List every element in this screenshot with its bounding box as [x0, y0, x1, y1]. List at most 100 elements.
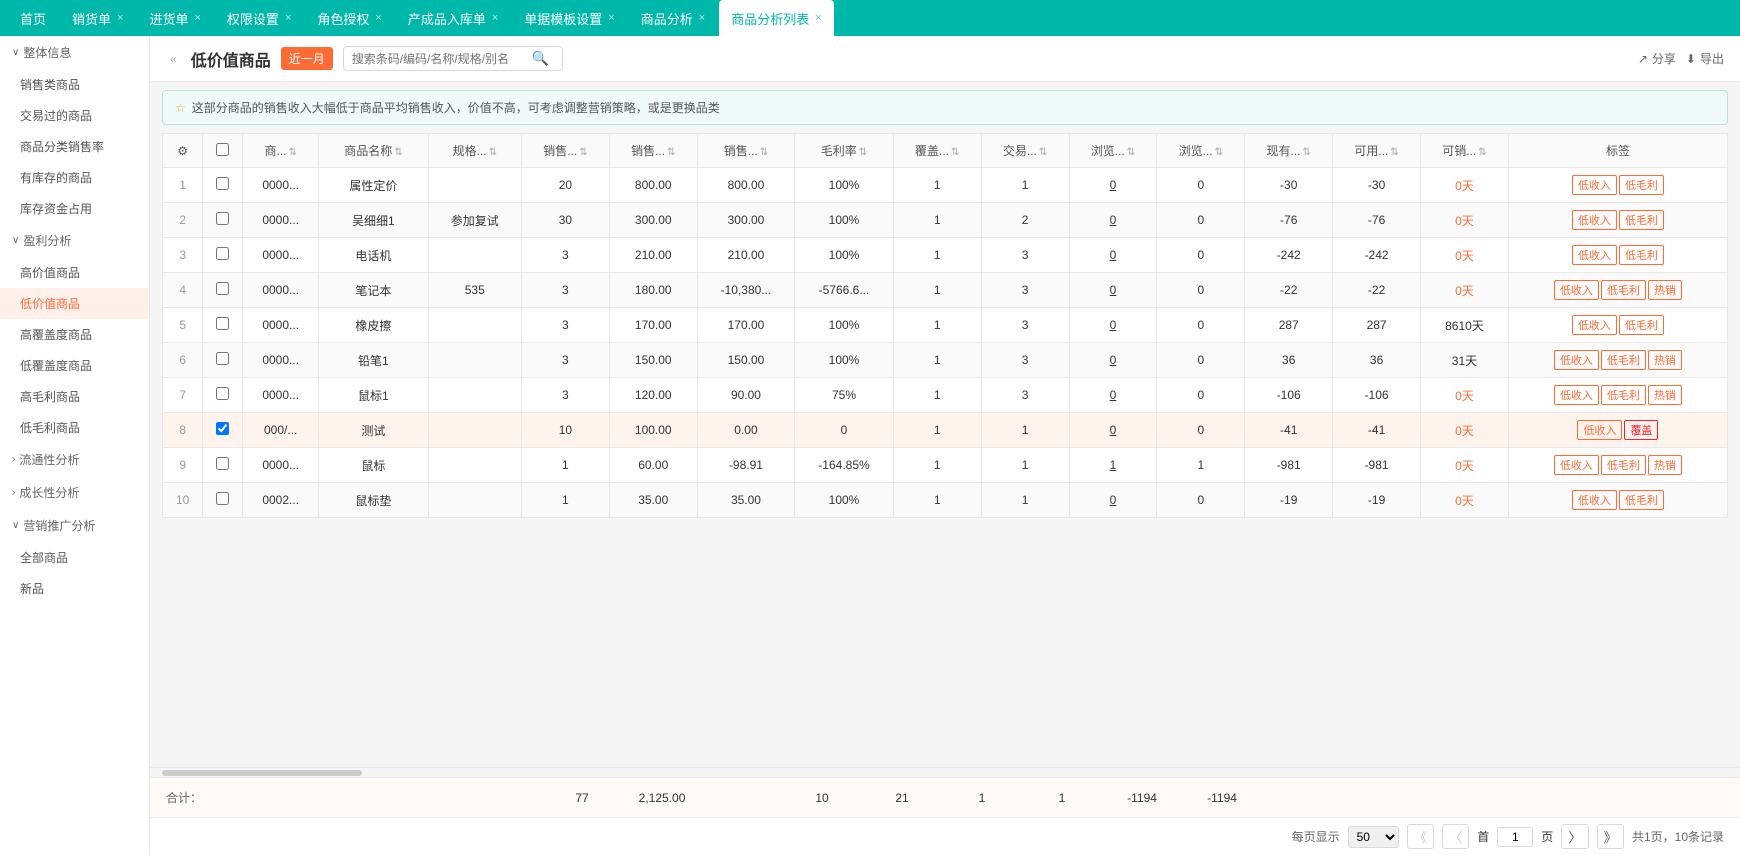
cell-browse1[interactable]: 0: [1069, 273, 1157, 308]
cell-browse1[interactable]: 0: [1069, 343, 1157, 378]
col-name[interactable]: 商品名称⇅: [319, 134, 428, 168]
sidebar-item-high-coverage[interactable]: 高覆盖度商品: [0, 319, 149, 350]
col-available[interactable]: 可用...⇅: [1333, 134, 1421, 168]
nav-sales-order[interactable]: 销货单 ×: [60, 0, 135, 36]
cell-checkbox[interactable]: [203, 238, 243, 273]
col-browse2[interactable]: 浏览...⇅: [1157, 134, 1245, 168]
nav-product-analysis-list[interactable]: 商品分析列表 ×: [719, 0, 833, 36]
cell-checkbox[interactable]: [203, 483, 243, 518]
col-code[interactable]: 商...⇅: [243, 134, 319, 168]
cell-browse1[interactable]: 0: [1069, 483, 1157, 518]
sidebar-item-low-value[interactable]: 低价值商品: [0, 288, 149, 319]
sidebar-item-high-margin[interactable]: 高毛利商品: [0, 381, 149, 412]
cell-checkbox[interactable]: [203, 413, 243, 448]
cell-checkbox[interactable]: [203, 378, 243, 413]
sidebar-item-sales-products[interactable]: 销售类商品: [0, 69, 149, 100]
search-input[interactable]: [352, 52, 532, 66]
close-template-icon[interactable]: ×: [608, 12, 614, 24]
col-spec[interactable]: 规格...⇅: [428, 134, 521, 168]
cell-browse1[interactable]: 0: [1069, 378, 1157, 413]
row-checkbox[interactable]: [216, 422, 229, 435]
page-number-input[interactable]: [1497, 827, 1533, 847]
close-sales-order-icon[interactable]: ×: [117, 12, 123, 24]
nav-template-settings[interactable]: 单据模板设置 ×: [512, 0, 626, 36]
sidebar-item-new-products[interactable]: 新品: [0, 573, 149, 604]
browse1-link[interactable]: 0: [1110, 318, 1117, 332]
sidebar-item-category-sales-rate[interactable]: 商品分类销售率: [0, 131, 149, 162]
row-checkbox[interactable]: [216, 387, 229, 400]
first-page-button[interactable]: 《: [1407, 824, 1434, 849]
col-browse1[interactable]: 浏览...⇅: [1069, 134, 1157, 168]
browse1-link[interactable]: 1: [1110, 458, 1117, 472]
sidebar-item-high-value[interactable]: 高价值商品: [0, 257, 149, 288]
nav-product-inbound[interactable]: 产成品入库单 ×: [396, 0, 510, 36]
row-checkbox[interactable]: [216, 492, 229, 505]
sidebar-collapse-button[interactable]: «: [166, 52, 181, 66]
browse1-link[interactable]: 0: [1110, 283, 1117, 297]
sidebar-item-inventory-capital[interactable]: 库存资金占用: [0, 193, 149, 224]
browse1-link[interactable]: 0: [1110, 213, 1117, 227]
nav-product-analysis[interactable]: 商品分析 ×: [629, 0, 717, 36]
last-page-button[interactable]: 》: [1597, 824, 1624, 849]
export-button[interactable]: ⬇ 导出: [1686, 50, 1724, 67]
cell-checkbox[interactable]: [203, 343, 243, 378]
close-permission-icon[interactable]: ×: [285, 12, 291, 24]
period-button[interactable]: 近一月: [281, 47, 333, 70]
row-checkbox[interactable]: [216, 282, 229, 295]
browse1-link[interactable]: 0: [1110, 493, 1117, 507]
sidebar-section-profit[interactable]: ∨ 盈利分析: [0, 224, 149, 257]
row-checkbox[interactable]: [216, 212, 229, 225]
cell-checkbox[interactable]: [203, 168, 243, 203]
select-all-checkbox[interactable]: [216, 143, 229, 156]
nav-purchase-order[interactable]: 进货单 ×: [137, 0, 212, 36]
col-current[interactable]: 现有...⇅: [1245, 134, 1333, 168]
col-sales2[interactable]: 销售...⇅: [609, 134, 697, 168]
sidebar-item-all-products[interactable]: 全部商品: [0, 542, 149, 573]
cell-checkbox[interactable]: [203, 273, 243, 308]
cell-browse1[interactable]: 0: [1069, 168, 1157, 203]
cell-browse1[interactable]: 1: [1069, 448, 1157, 483]
cell-browse1[interactable]: 0: [1069, 308, 1157, 343]
close-inbound-icon[interactable]: ×: [492, 12, 498, 24]
horizontal-scrollbar[interactable]: [150, 767, 1740, 777]
browse1-link[interactable]: 0: [1110, 248, 1117, 262]
close-purchase-order-icon[interactable]: ×: [194, 12, 200, 24]
col-profit-rate[interactable]: 毛利率⇅: [795, 134, 894, 168]
col-sales1[interactable]: 销售...⇅: [521, 134, 609, 168]
row-checkbox[interactable]: [216, 247, 229, 260]
scroll-thumb[interactable]: [162, 770, 362, 776]
cell-browse1[interactable]: 0: [1069, 203, 1157, 238]
cell-browse1[interactable]: 0: [1069, 413, 1157, 448]
browse1-link[interactable]: 0: [1110, 178, 1117, 192]
sidebar-item-low-margin[interactable]: 低毛利商品: [0, 412, 149, 443]
search-icon[interactable]: 🔍: [532, 50, 549, 67]
col-transaction[interactable]: 交易...⇅: [981, 134, 1069, 168]
sidebar-item-traded-products[interactable]: 交易过的商品: [0, 100, 149, 131]
browse1-link[interactable]: 0: [1110, 388, 1117, 402]
browse1-link[interactable]: 0: [1110, 353, 1117, 367]
close-analysis-icon[interactable]: ×: [699, 12, 705, 24]
next-page-button[interactable]: 〉: [1561, 824, 1588, 849]
sidebar-section-circulation[interactable]: › 流通性分析: [0, 443, 149, 476]
browse1-link[interactable]: 0: [1110, 423, 1117, 437]
col-coverage[interactable]: 覆盖...⇅: [893, 134, 981, 168]
sidebar-item-in-stock-products[interactable]: 有库存的商品: [0, 162, 149, 193]
close-role-icon[interactable]: ×: [375, 12, 381, 24]
col-sales3[interactable]: 销售...⇅: [697, 134, 795, 168]
sidebar-section-marketing[interactable]: ∨ 营销推广分析: [0, 509, 149, 542]
sidebar-section-overall[interactable]: ∨ 整体信息: [0, 36, 149, 69]
col-checkbox[interactable]: [203, 134, 243, 168]
prev-page-button[interactable]: 〈: [1442, 824, 1469, 849]
page-size-select[interactable]: 50 100 200: [1348, 826, 1399, 848]
col-settings[interactable]: ⚙: [163, 134, 203, 168]
col-sellable[interactable]: 可销...⇅: [1421, 134, 1509, 168]
close-analysis-list-icon[interactable]: ×: [815, 12, 821, 24]
share-button[interactable]: ↗ 分享: [1638, 50, 1676, 67]
cell-checkbox[interactable]: [203, 308, 243, 343]
cell-browse1[interactable]: 0: [1069, 238, 1157, 273]
cell-checkbox[interactable]: [203, 448, 243, 483]
sidebar-item-low-coverage[interactable]: 低覆盖度商品: [0, 350, 149, 381]
row-checkbox[interactable]: [216, 177, 229, 190]
nav-role-auth[interactable]: 角色授权 ×: [305, 0, 393, 36]
cell-checkbox[interactable]: [203, 203, 243, 238]
